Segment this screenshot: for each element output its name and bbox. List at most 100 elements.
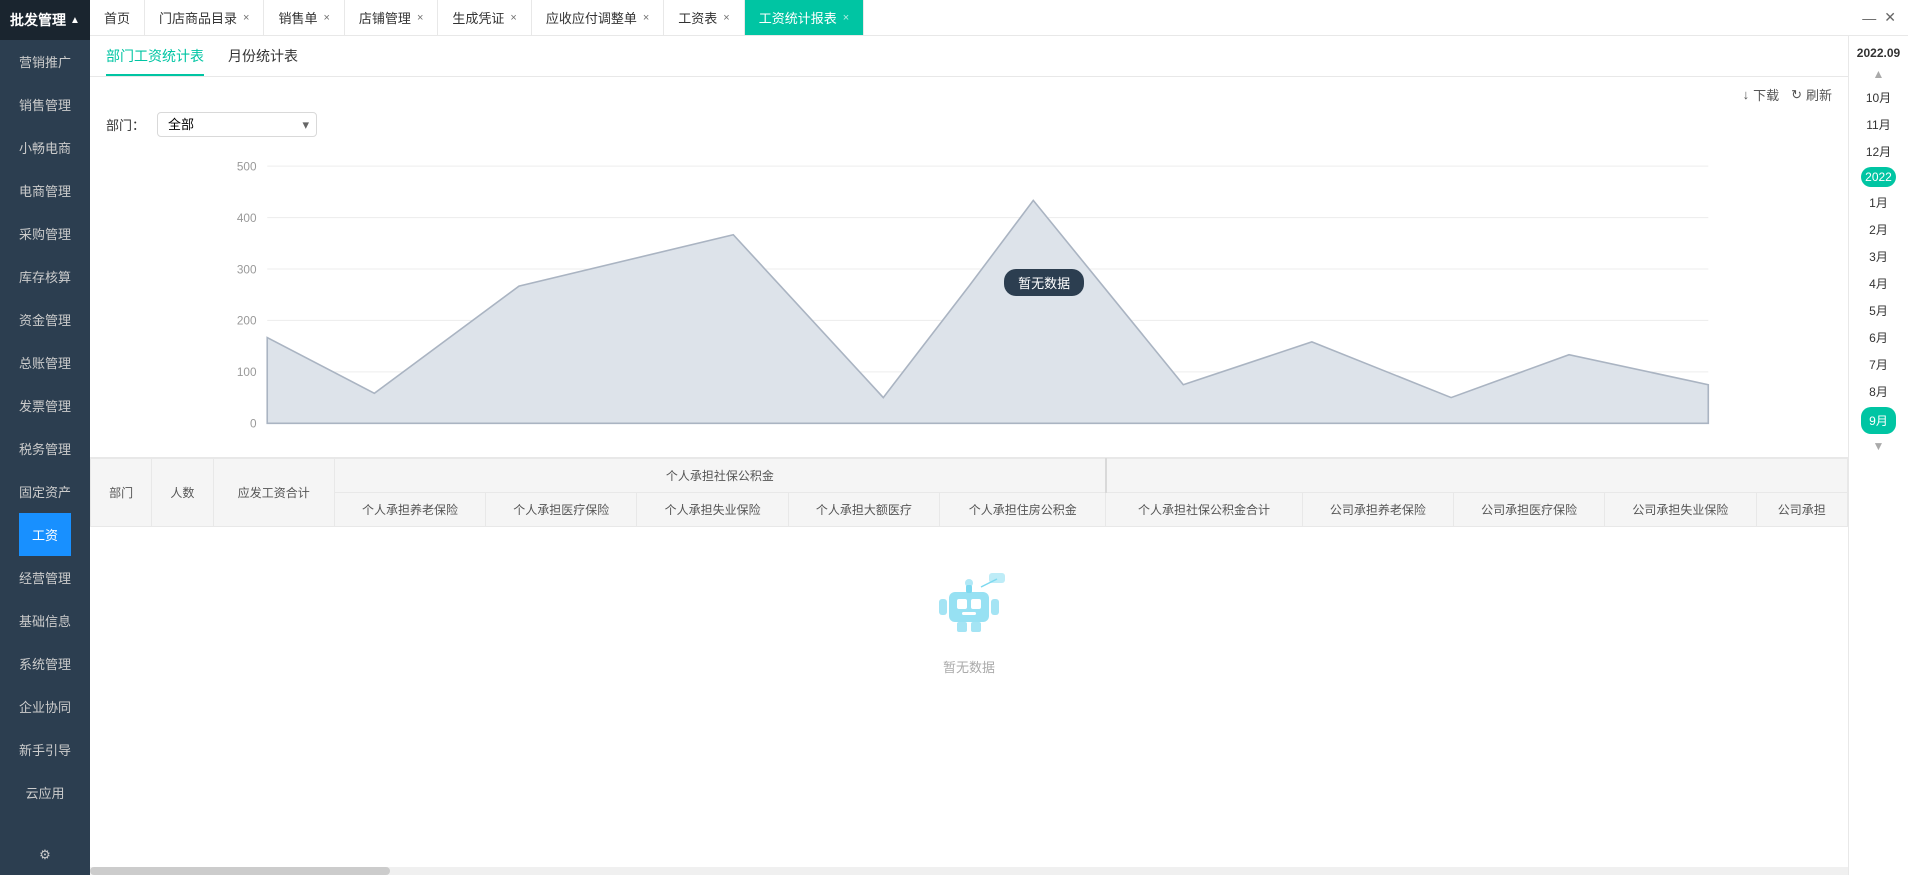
tab-工资表[interactable]: 工资表 × bbox=[664, 0, 744, 35]
date-item-3月[interactable]: 3月 bbox=[1855, 243, 1902, 270]
col-sub-个人承担养老保险: 个人承担养老保险 bbox=[334, 493, 485, 527]
col-sub-个人承担住房公积金: 个人承担住房公积金 bbox=[940, 493, 1106, 527]
sidebar-item-企业协同[interactable]: 企业协同 bbox=[19, 685, 71, 728]
date-nav-up[interactable]: ▲ bbox=[1865, 64, 1893, 84]
empty-text: 暂无数据 bbox=[943, 657, 995, 676]
date-item-7月[interactable]: 7月 bbox=[1855, 351, 1902, 378]
table-wrap: 部门 人数 应发工资合计 个人承担社保公积金 个人承担养老保险个人承担医疗保险个… bbox=[90, 457, 1848, 867]
chart-svg: 500 400 300 200 100 0 bbox=[106, 149, 1832, 449]
date-item-8月[interactable]: 8月 bbox=[1855, 378, 1902, 405]
date-item-2022[interactable]: 2022 bbox=[1861, 167, 1896, 187]
tab-店铺管理[interactable]: 店铺管理 × bbox=[345, 0, 438, 35]
main-area: 首页门店商品目录×销售单×店铺管理×生成凭证×应收应付调整单×工资表×工资统计报… bbox=[90, 0, 1908, 875]
tab-close-icon[interactable]: × bbox=[323, 12, 329, 24]
tab-close-icon[interactable]: × bbox=[843, 12, 849, 24]
tab-label: 店铺管理 bbox=[359, 8, 411, 27]
stats-table: 部门 人数 应发工资合计 个人承担社保公积金 个人承担养老保险个人承担医疗保险个… bbox=[90, 458, 1848, 716]
tab-应收应付调整单[interactable]: 应收应付调整单× bbox=[532, 0, 664, 35]
date-panel: 2022.09 ▲ 10月11月12月20221月2月3月4月5月6月7月8月9… bbox=[1848, 36, 1908, 875]
tab-销售单[interactable]: 销售单× bbox=[264, 0, 344, 35]
sidebar-item-系统管理[interactable]: 系统管理 bbox=[19, 642, 71, 685]
svg-text:500: 500 bbox=[237, 160, 257, 173]
sidebar-footer-gear[interactable]: ⚙ bbox=[0, 835, 90, 875]
sidebar-expand-icon[interactable]: ▲ bbox=[70, 15, 80, 26]
download-button[interactable]: ↓ 下载 bbox=[1743, 85, 1780, 104]
sidebar-header[interactable]: 批发管理 ▲ bbox=[0, 0, 90, 40]
date-item-12月[interactable]: 12月 bbox=[1855, 138, 1902, 165]
svg-text:300: 300 bbox=[237, 263, 257, 276]
sidebar-item-税务管理[interactable]: 税务管理 bbox=[19, 427, 71, 470]
col-sub-个人承担大额医疗: 个人承担大额医疗 bbox=[788, 493, 939, 527]
sidebar-item-营销推广[interactable]: 营销推广 bbox=[19, 40, 71, 83]
close-icon[interactable]: ✕ bbox=[1884, 9, 1896, 26]
toolbar: ↓ 下载 ↻ 刷新 bbox=[90, 77, 1848, 112]
sidebar-item-库存核算[interactable]: 库存核算 bbox=[19, 255, 71, 298]
date-item-9月[interactable]: 9月 bbox=[1861, 407, 1896, 434]
col-count: 人数 bbox=[152, 459, 213, 527]
sub-tab-month[interactable]: 月份统计表 bbox=[228, 46, 298, 76]
empty-state: 暂无数据 bbox=[91, 527, 1848, 716]
horizontal-scrollbar[interactable] bbox=[90, 867, 1848, 875]
sidebar-item-小畅电商[interactable]: 小畅电商 bbox=[19, 126, 71, 169]
chart-tooltip: 暂无数据 bbox=[1004, 269, 1084, 296]
sidebar-item-新手引导[interactable]: 新手引导 bbox=[19, 728, 71, 771]
refresh-button[interactable]: ↻ 刷新 bbox=[1791, 85, 1832, 104]
tab-label: 生成凭证 bbox=[452, 8, 504, 27]
tab-close-icon[interactable]: × bbox=[243, 12, 249, 24]
sidebar-item-销售管理[interactable]: 销售管理 bbox=[19, 83, 71, 126]
tab-工资统计报表[interactable]: 工资统计报表 × bbox=[745, 0, 864, 35]
date-item-2月[interactable]: 2月 bbox=[1855, 216, 1902, 243]
department-select[interactable]: 全部 bbox=[157, 112, 317, 137]
minimize-icon[interactable]: — bbox=[1862, 10, 1876, 26]
col-company-social bbox=[1106, 459, 1848, 493]
sub-tab-department[interactable]: 部门工资统计表 bbox=[106, 46, 204, 76]
tab-首页[interactable]: 首页 bbox=[90, 0, 145, 35]
filter-label: 部门： bbox=[106, 115, 145, 134]
window-close-area[interactable]: — ✕ bbox=[1850, 9, 1908, 26]
date-item-4月[interactable]: 4月 bbox=[1855, 270, 1902, 297]
sidebar-item-电商管理[interactable]: 电商管理 bbox=[19, 169, 71, 212]
department-select-wrap[interactable]: 全部 bbox=[157, 112, 317, 137]
date-item-10月[interactable]: 10月 bbox=[1855, 84, 1902, 111]
col-sub-个人承担社保公积金合计: 个人承担社保公积金合计 bbox=[1106, 493, 1302, 527]
tab-items: 首页门店商品目录×销售单×店铺管理×生成凭证×应收应付调整单×工资表×工资统计报… bbox=[90, 0, 864, 35]
sidebar-item-云应用[interactable]: 云应用 bbox=[19, 771, 71, 814]
col-sub-公司承担失业保险: 公司承担失业保险 bbox=[1605, 493, 1756, 527]
date-item-11月[interactable]: 11月 bbox=[1855, 111, 1902, 138]
tab-close-icon[interactable]: × bbox=[723, 12, 729, 24]
refresh-label: 刷新 bbox=[1806, 85, 1832, 104]
sidebar-item-发票管理[interactable]: 发票管理 bbox=[19, 384, 71, 427]
sidebar-item-采购管理[interactable]: 采购管理 bbox=[19, 212, 71, 255]
tab-close-icon[interactable]: × bbox=[643, 12, 649, 24]
col-department: 部门 bbox=[91, 459, 152, 527]
tab-label: 工资统计报表 bbox=[759, 8, 837, 27]
table-sub-headers: 个人承担养老保险个人承担医疗保险个人承担失业保险个人承担大额医疗个人承担住房公积… bbox=[91, 493, 1848, 527]
tab-label: 工资表 bbox=[678, 8, 717, 27]
sidebar-item-资金管理[interactable]: 资金管理 bbox=[19, 298, 71, 341]
col-sub-公司承担医疗保险: 公司承担医疗保险 bbox=[1453, 493, 1604, 527]
tab-close-icon[interactable]: × bbox=[510, 12, 516, 24]
scrollbar-thumb[interactable] bbox=[90, 867, 390, 875]
tab-label: 门店商品目录 bbox=[159, 8, 237, 27]
page-area: 部门工资统计表 月份统计表 ↓ 下载 ↻ 刷新 部门： 全部 bbox=[90, 36, 1848, 875]
sidebar-item-基础信息[interactable]: 基础信息 bbox=[19, 599, 71, 642]
sidebar-item-固定资产[interactable]: 固定资产 bbox=[19, 470, 71, 513]
sidebar-item-总账管理[interactable]: 总账管理 bbox=[19, 341, 71, 384]
chart-area: 500 400 300 200 100 0 bbox=[90, 149, 1848, 449]
date-nav-down[interactable]: ▼ bbox=[1865, 436, 1893, 456]
date-panel-title: 2022.09 bbox=[1857, 40, 1900, 64]
sub-tab-bar: 部门工资统计表 月份统计表 bbox=[90, 36, 1848, 77]
sidebar-item-工资[interactable]: 工资 bbox=[19, 513, 71, 556]
svg-text:0: 0 bbox=[250, 418, 257, 431]
sidebar-item-经营管理[interactable]: 经营管理 bbox=[19, 556, 71, 599]
tab-close-icon[interactable]: × bbox=[417, 12, 423, 24]
tab-门店商品目录[interactable]: 门店商品目录 × bbox=[145, 0, 264, 35]
content-area: 部门工资统计表 月份统计表 ↓ 下载 ↻ 刷新 部门： 全部 bbox=[90, 36, 1908, 875]
date-item-1月[interactable]: 1月 bbox=[1855, 189, 1902, 216]
date-item-6月[interactable]: 6月 bbox=[1855, 324, 1902, 351]
date-item-5月[interactable]: 5月 bbox=[1855, 297, 1902, 324]
filter-row: 部门： 全部 bbox=[90, 112, 1848, 149]
table-empty-row: 暂无数据 bbox=[91, 527, 1848, 717]
col-sub-公司承担: 公司承担 bbox=[1756, 493, 1847, 527]
tab-生成凭证[interactable]: 生成凭证 × bbox=[438, 0, 531, 35]
